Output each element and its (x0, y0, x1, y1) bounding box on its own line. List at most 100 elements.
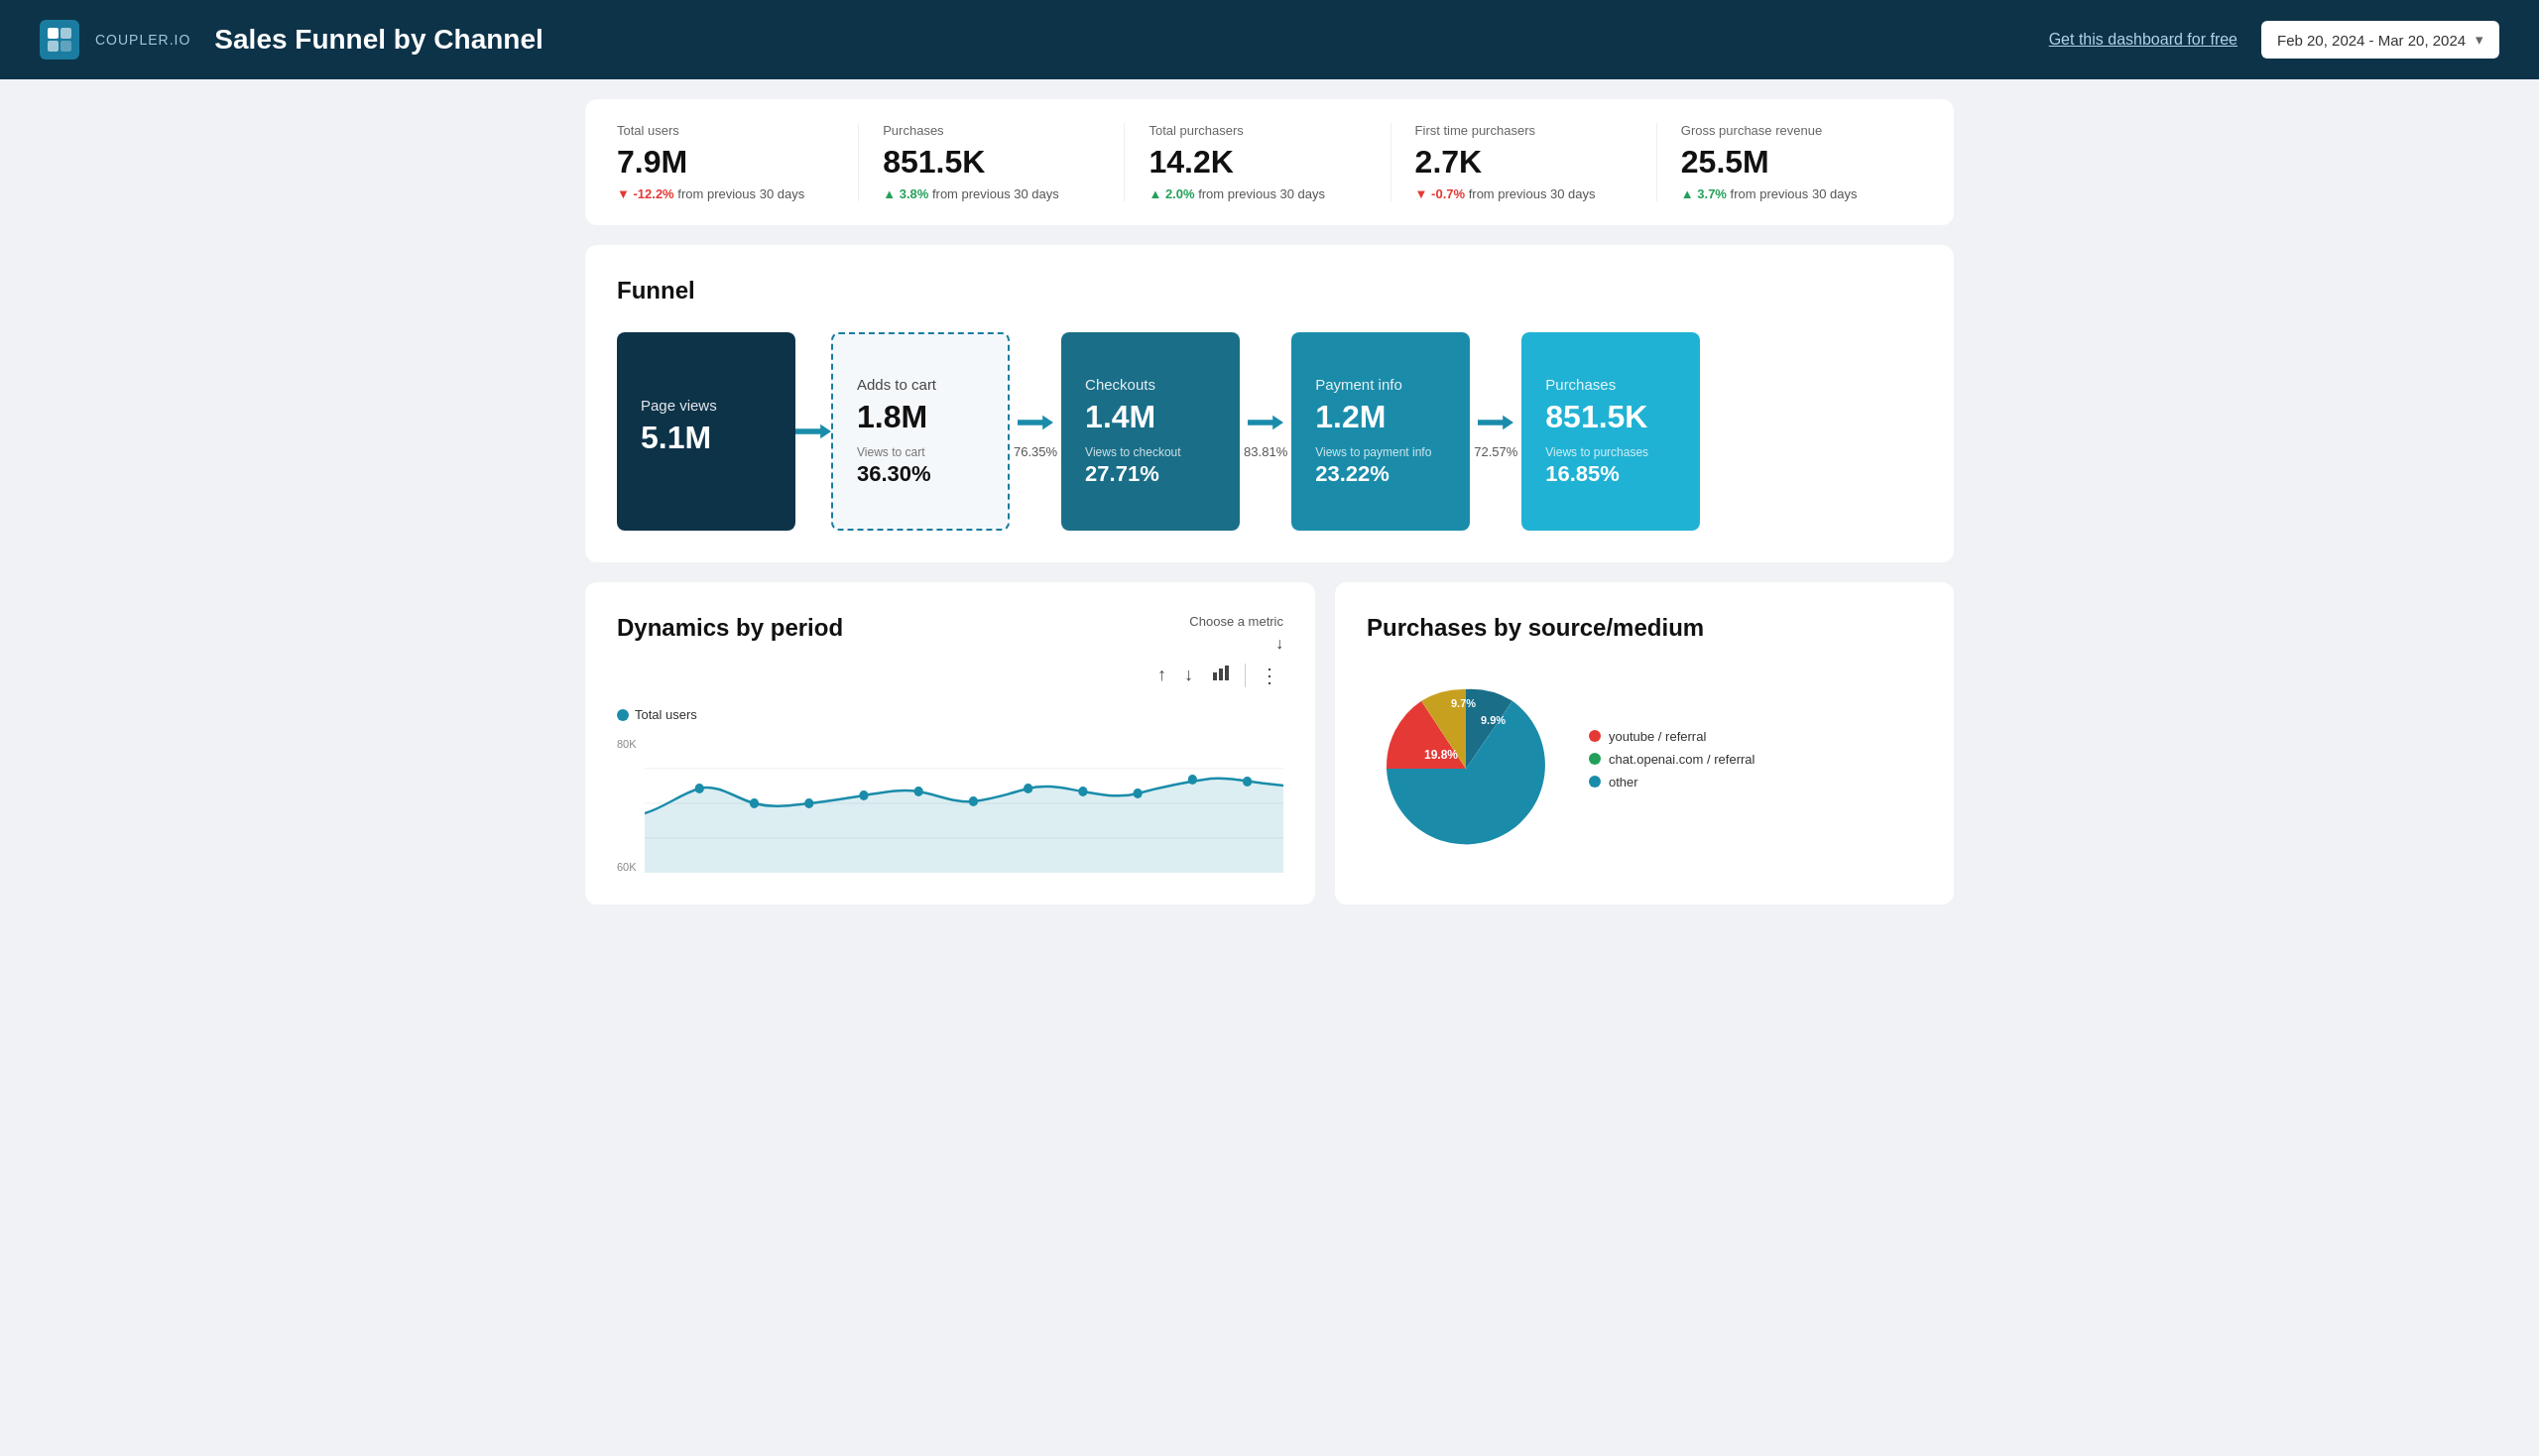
kpi-change-value: ▲ 3.8% (883, 186, 928, 201)
funnel-step-sub-label: Views to cart (857, 445, 984, 459)
kpi-total-purchasers: Total purchasers 14.2K ▲ 2.0% from previ… (1125, 123, 1390, 201)
date-range-picker[interactable]: Feb 20, 2024 - Mar 20, 2024 ▾ (2261, 21, 2499, 59)
kpi-change: ▼ -0.7% from previous 30 days (1415, 186, 1632, 201)
svg-point-23 (1187, 775, 1196, 785)
svg-point-15 (749, 798, 758, 808)
kpi-change: ▲ 3.7% from previous 30 days (1681, 186, 1898, 201)
kpi-gross-revenue: Gross purchase revenue 25.5M ▲ 3.7% from… (1657, 123, 1922, 201)
kpi-change-value: ▼ -12.2% (617, 186, 674, 201)
more-options-button[interactable]: ⋮ (1256, 660, 1283, 691)
svg-rect-1 (60, 28, 71, 39)
funnel-step-label: Checkouts (1085, 376, 1216, 393)
funnel-step-payment: Payment info 1.2M Views to payment info … (1291, 332, 1470, 531)
svg-marker-6 (1248, 415, 1283, 428)
pie-legend: youtube / referral chat.openai.com / ref… (1589, 729, 1754, 789)
y-axis: 80K 60K (617, 734, 637, 873)
kpi-value: 2.7K (1415, 144, 1632, 181)
kpi-change-text: from previous 30 days (932, 186, 1059, 201)
pie-legend-dot-other (1589, 776, 1601, 788)
dynamics-title: Dynamics by period (617, 614, 843, 642)
kpi-label: Total purchasers (1149, 123, 1366, 138)
kpi-total-users: Total users 7.9M ▼ -12.2% from previous … (617, 123, 859, 201)
kpi-value: 7.9M (617, 144, 834, 181)
funnel-step-value: 5.1M (641, 420, 772, 456)
between-pct-1: 76.35% (1014, 405, 1057, 459)
pie-legend-dot-openai (1589, 753, 1601, 765)
svg-point-14 (694, 784, 703, 793)
page-title: Sales Funnel by Channel (214, 24, 543, 56)
between-pct-3: 72.57% (1474, 405, 1517, 459)
y-label-bottom: 60K (617, 861, 637, 873)
funnel-card-pageviews: Page views 5.1M (617, 332, 795, 531)
kpi-change-value: ▲ 2.0% (1149, 186, 1194, 201)
dynamics-section: Dynamics by period Choose a metric ↓ ↑ ↓ (585, 582, 1315, 905)
kpi-purchases: Purchases 851.5K ▲ 3.8% from previous 30… (859, 123, 1125, 201)
header-right: Get this dashboard for free Feb 20, 2024… (2049, 21, 2499, 59)
funnel-step-purchases: Purchases 851.5K Views to purchases 16.8… (1521, 332, 1700, 531)
svg-point-21 (1078, 787, 1087, 796)
funnel-arrow-3 (1248, 405, 1283, 440)
pie-legend-label: other (1609, 775, 1638, 789)
kpi-change: ▲ 3.8% from previous 30 days (883, 186, 1100, 201)
funnel-step-value: 1.2M (1315, 399, 1446, 435)
svg-point-16 (804, 798, 813, 808)
header: COUPLER.IO Sales Funnel by Channel Get t… (0, 0, 2539, 79)
between-pct-value: 83.81% (1244, 444, 1287, 459)
kpi-change: ▲ 2.0% from previous 30 days (1149, 186, 1366, 201)
dynamics-chart-area: 80K 60K (617, 734, 1283, 873)
svg-rect-0 (48, 28, 59, 39)
dynamics-header: Dynamics by period Choose a metric ↓ ↑ ↓ (617, 614, 1283, 691)
kpi-label: First time purchasers (1415, 123, 1632, 138)
pie-label-1: 19.8% (1424, 748, 1458, 762)
kpi-change-value: ▼ -0.7% (1415, 186, 1465, 201)
funnel-step-sub-label: Views to payment info (1315, 445, 1446, 459)
between-pct-value: 76.35% (1014, 444, 1057, 459)
funnel-step-label: Adds to cart (857, 376, 984, 393)
svg-point-20 (1024, 784, 1032, 793)
svg-point-18 (913, 787, 922, 796)
funnel-step-sub-value: 23.22% (1315, 461, 1446, 487)
logo-icon (40, 20, 79, 60)
metric-chart-button[interactable] (1207, 659, 1235, 691)
kpi-change-text: from previous 30 days (1198, 186, 1325, 201)
metric-down-button[interactable]: ↓ (1180, 661, 1197, 689)
svg-rect-3 (60, 41, 71, 52)
kpi-label: Gross purchase revenue (1681, 123, 1898, 138)
between-pct-2: 83.81% (1244, 405, 1287, 459)
kpi-value: 14.2K (1149, 144, 1366, 181)
svg-point-22 (1133, 789, 1142, 798)
choose-metric-area: Choose a metric ↓ ↑ ↓ ⋮ (1153, 614, 1283, 691)
pie-area: 19.8% 9.7% 9.9% youtube / referral chat.… (1367, 669, 1922, 848)
svg-point-17 (859, 790, 868, 800)
purchases-section: Purchases by source/medium (1335, 582, 1954, 905)
funnel-step-label: Purchases (1545, 376, 1676, 393)
legend-item-3: other (1589, 775, 1754, 789)
metric-divider (1245, 664, 1246, 687)
choose-metric-down-arrow: ↓ (1275, 635, 1283, 653)
svg-point-24 (1243, 777, 1252, 787)
kpi-change: ▼ -12.2% from previous 30 days (617, 186, 834, 201)
pie-legend-label: youtube / referral (1609, 729, 1706, 744)
logo-text: COUPLER.IO (95, 32, 190, 48)
funnel-arrow-4 (1478, 405, 1513, 440)
svg-marker-4 (795, 425, 831, 438)
legend-item-2: chat.openai.com / referral (1589, 752, 1754, 767)
kpi-value: 25.5M (1681, 144, 1898, 181)
kpi-label: Purchases (883, 123, 1100, 138)
kpi-value: 851.5K (883, 144, 1100, 181)
chevron-down-icon: ▾ (2476, 31, 2483, 49)
funnel-card-checkouts: Checkouts 1.4M Views to checkout 27.71% (1061, 332, 1240, 531)
get-dashboard-link[interactable]: Get this dashboard for free (2049, 31, 2237, 49)
funnel-step-value: 1.4M (1085, 399, 1216, 435)
chart-legend: Total users (617, 707, 1283, 722)
svg-rect-8 (1213, 672, 1217, 680)
svg-point-19 (968, 796, 977, 806)
legend-item-1: youtube / referral (1589, 729, 1754, 744)
metric-up-button[interactable]: ↑ (1153, 661, 1170, 689)
funnel-step-pageviews: Page views 5.1M (617, 332, 795, 531)
funnel-step-sub-value: 27.71% (1085, 461, 1216, 487)
funnel-step-sub-value: 36.30% (857, 461, 984, 487)
funnel-card-addstocart: Adds to cart 1.8M Views to cart 36.30% (831, 332, 1010, 531)
purchases-title: Purchases by source/medium (1367, 614, 1922, 642)
pie-label-3: 9.9% (1481, 714, 1506, 726)
